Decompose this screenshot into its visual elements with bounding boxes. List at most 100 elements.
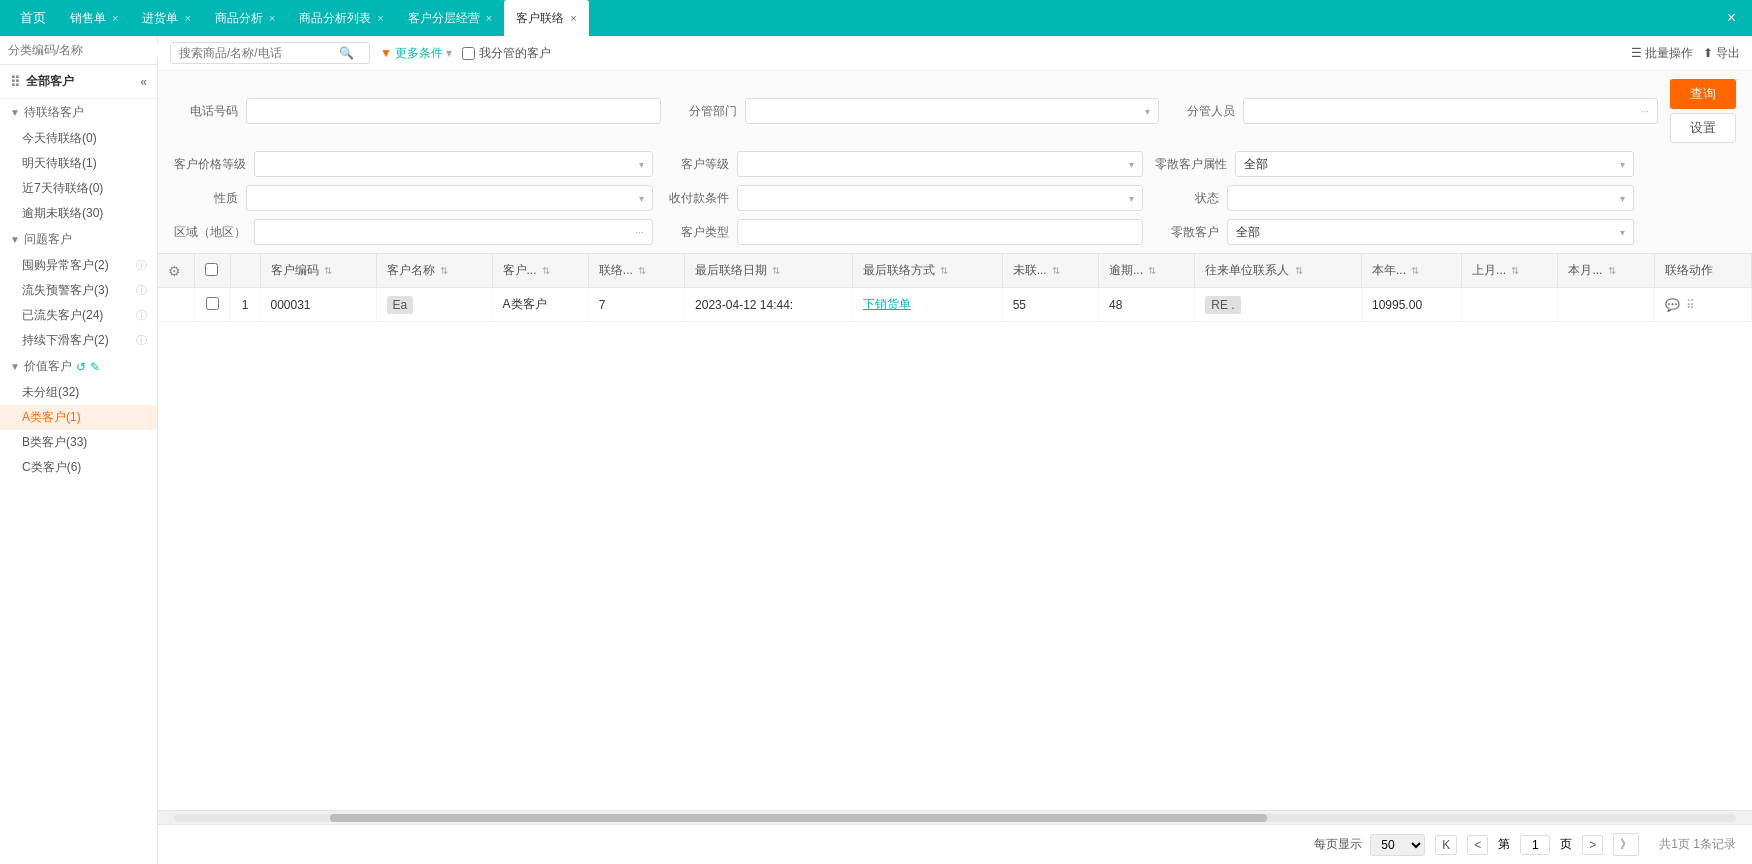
- sort-icon[interactable]: ⇅: [1511, 265, 1519, 276]
- sort-icon[interactable]: ⇅: [542, 265, 550, 276]
- close-all-tabs-button[interactable]: ×: [1719, 9, 1744, 27]
- col-contact-count: 联络... ⇅: [588, 254, 684, 288]
- dept-select[interactable]: ▾: [745, 98, 1160, 124]
- row-checkbox[interactable]: [206, 297, 219, 310]
- scrollbar-thumb[interactable]: [330, 814, 1267, 822]
- info-icon: ⓘ: [136, 283, 147, 298]
- sidebar-section-problem[interactable]: ▼ 问题客户: [0, 226, 157, 253]
- sort-icon[interactable]: ⇅: [440, 265, 448, 276]
- customer-level-select[interactable]: ▾: [737, 151, 1144, 177]
- nature-select[interactable]: ▾: [246, 185, 653, 211]
- chevron-down-icon: ▾: [446, 46, 452, 60]
- nav-tab-goods-analysis[interactable]: 商品分析 ×: [203, 0, 287, 36]
- grid-action-icon[interactable]: ⠿: [1686, 298, 1695, 312]
- sort-icon[interactable]: ⇅: [1052, 265, 1060, 276]
- filter-status: 状态 ▾: [1155, 185, 1634, 211]
- close-icon[interactable]: ×: [570, 12, 576, 24]
- sidebar-item-overdue[interactable]: 逾期未联络(30): [0, 201, 157, 226]
- filter-customer-level: 客户等级 ▾: [665, 151, 1144, 177]
- sort-icon[interactable]: ⇅: [940, 265, 948, 276]
- sidebar-section-value[interactable]: ▼ 价值客户 ↺ ✎: [0, 353, 157, 380]
- retail-customer-select[interactable]: 全部 ▾: [1227, 219, 1634, 245]
- filter-manager: 分管人员 ···: [1171, 98, 1658, 124]
- col-last-date: 最后联络日期 ⇅: [685, 254, 853, 288]
- customer-type-input[interactable]: [737, 219, 1144, 245]
- batch-action-button[interactable]: ☰ 批量操作: [1631, 45, 1693, 62]
- filter-more-button[interactable]: ▼ 更多条件 ▾: [380, 45, 452, 62]
- page-number-input[interactable]: [1520, 835, 1550, 855]
- col-checkbox[interactable]: [194, 254, 230, 288]
- select-all-checkbox[interactable]: [205, 263, 218, 276]
- setting-button[interactable]: 设置: [1670, 113, 1736, 143]
- horizontal-scrollbar[interactable]: [158, 810, 1752, 824]
- col-customer-code: 客户编码 ⇅: [260, 254, 376, 288]
- status-select[interactable]: ▾: [1227, 185, 1634, 211]
- price-level-select[interactable]: ▾: [254, 151, 653, 177]
- phone-input[interactable]: [246, 98, 661, 124]
- sidebar-item-hoarding[interactable]: 囤购异常客户(2) ⓘ: [0, 253, 157, 278]
- sort-icon[interactable]: ⇅: [1148, 265, 1156, 276]
- my-customers-filter[interactable]: 我分管的客户: [462, 45, 551, 62]
- close-icon[interactable]: ×: [269, 12, 275, 24]
- arrow-icon: ▼: [10, 361, 20, 372]
- sidebar-item-churn-warning[interactable]: 流失预警客户(3) ⓘ: [0, 278, 157, 303]
- ellipsis-icon: ···: [1641, 106, 1649, 117]
- sort-icon[interactable]: ⇅: [1295, 265, 1303, 276]
- nav-tab-goods-list[interactable]: 商品分析列表 ×: [287, 0, 395, 36]
- sidebar-item-today[interactable]: 今天待联络(0): [0, 126, 157, 151]
- sidebar-item-tomorrow[interactable]: 明天待联络(1): [0, 151, 157, 176]
- nav-tab-sales[interactable]: 销售单 ×: [58, 0, 130, 36]
- settings-gear-icon[interactable]: ⚙: [168, 263, 181, 279]
- last-page-button[interactable]: 》: [1613, 833, 1639, 856]
- chevron-down-icon: ▾: [639, 159, 644, 170]
- edit-icon[interactable]: ✎: [90, 360, 100, 374]
- close-icon[interactable]: ×: [486, 12, 492, 24]
- sidebar-item-churned[interactable]: 已流失客户(24) ⓘ: [0, 303, 157, 328]
- nav-home[interactable]: 首页: [8, 0, 58, 36]
- sidebar-section-pending[interactable]: ▼ 待联络客户: [0, 99, 157, 126]
- filter-search-box[interactable]: 🔍: [170, 42, 370, 64]
- sidebar-item-c-class[interactable]: C类客户(6): [0, 455, 157, 480]
- ellipsis-icon: ···: [635, 227, 643, 238]
- close-icon[interactable]: ×: [377, 12, 383, 24]
- sidebar-item-ungrouped[interactable]: 未分组(32): [0, 380, 157, 405]
- query-button[interactable]: 查询: [1670, 79, 1736, 109]
- filter-search-input[interactable]: [179, 46, 339, 60]
- sidebar-item-declining[interactable]: 持续下滑客户(2) ⓘ: [0, 328, 157, 353]
- filter-search-icon[interactable]: 🔍: [339, 46, 354, 60]
- sidebar-item-b-class[interactable]: B类客户(33): [0, 430, 157, 455]
- next-page-button[interactable]: >: [1582, 835, 1603, 855]
- prev-page-button[interactable]: <: [1467, 835, 1488, 855]
- close-icon[interactable]: ×: [184, 12, 190, 24]
- refresh-icon[interactable]: ↺: [76, 360, 86, 374]
- row-checkbox-cell[interactable]: [194, 288, 230, 322]
- sort-icon[interactable]: ⇅: [1608, 265, 1616, 276]
- sort-icon[interactable]: ⇅: [772, 265, 780, 276]
- col-settings[interactable]: ⚙: [158, 254, 194, 288]
- sidebar-item-a-class[interactable]: A类客户(1): [0, 405, 157, 430]
- payment-select[interactable]: ▾: [737, 185, 1144, 211]
- nav-tab-purchase[interactable]: 进货单 ×: [130, 0, 202, 36]
- collapse-sidebar-icon[interactable]: «: [140, 75, 147, 89]
- sort-icon[interactable]: ⇅: [1411, 265, 1419, 276]
- sort-icon[interactable]: ⇅: [324, 265, 332, 276]
- page-size-select[interactable]: 50 100 200: [1370, 834, 1425, 856]
- my-customers-checkbox[interactable]: [462, 47, 475, 60]
- retail-attr-select[interactable]: 全部 ▾: [1235, 151, 1634, 177]
- sort-icon[interactable]: ⇅: [638, 265, 646, 276]
- region-select[interactable]: ···: [254, 219, 653, 245]
- row-last-method-cell[interactable]: 下销货单: [852, 288, 1002, 322]
- sidebar-item-7days[interactable]: 近7天待联络(0): [0, 176, 157, 201]
- row-last-month-cell: [1462, 288, 1558, 322]
- sidebar-search-input[interactable]: [8, 43, 158, 57]
- nav-tab-customer-contact[interactable]: 客户联络 ×: [504, 0, 588, 36]
- row-no-contact-cell: 55: [1002, 288, 1098, 322]
- close-icon[interactable]: ×: [112, 12, 118, 24]
- export-button[interactable]: ⬆ 导出: [1703, 45, 1740, 62]
- nav-tab-customer-tier[interactable]: 客户分层经营 ×: [396, 0, 504, 36]
- scrollbar-track[interactable]: [174, 814, 1736, 822]
- message-icon[interactable]: 💬: [1665, 298, 1680, 312]
- sidebar-search-bar[interactable]: 🔍: [0, 36, 157, 65]
- manager-select[interactable]: ···: [1243, 98, 1658, 124]
- first-page-button[interactable]: K: [1435, 835, 1457, 855]
